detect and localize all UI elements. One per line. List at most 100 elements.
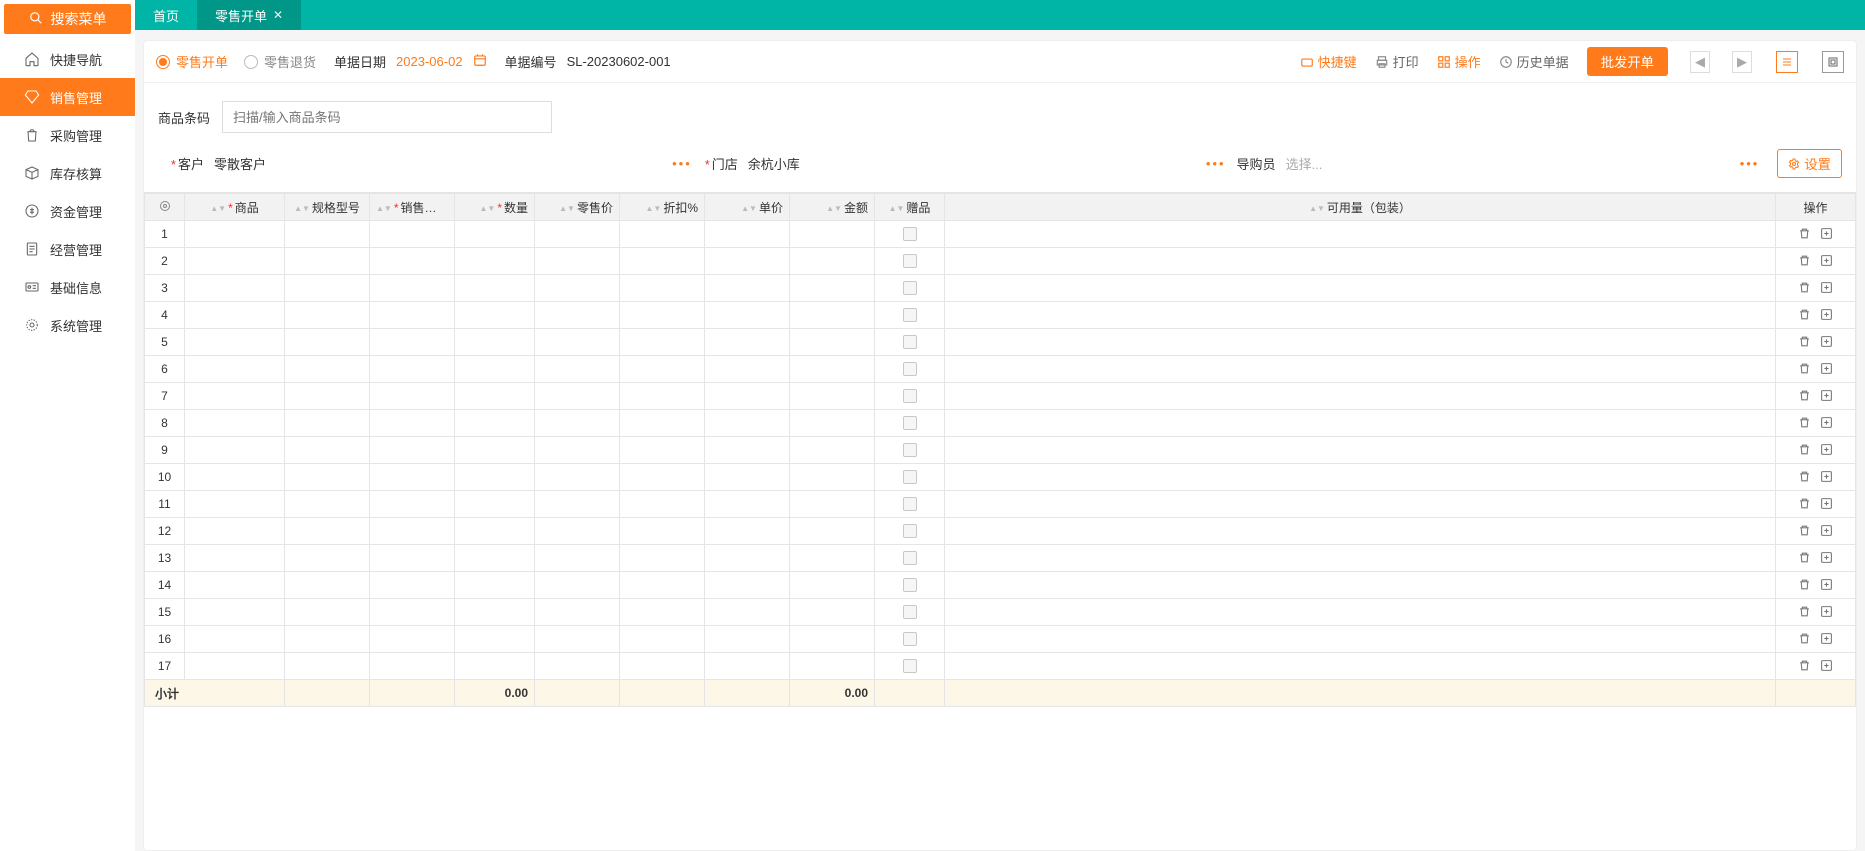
operation-link[interactable]: 操作 (1437, 52, 1481, 71)
th-product[interactable]: ▲▼商品 (185, 194, 285, 221)
customer-filter[interactable]: *客户 零散客户 ••• (158, 154, 692, 173)
table-row[interactable]: 12 (145, 518, 1856, 545)
delete-icon[interactable] (1797, 522, 1813, 538)
table-row[interactable]: 15 (145, 599, 1856, 626)
th-discount[interactable]: ▲▼折扣% (620, 194, 705, 221)
table-row[interactable]: 5 (145, 329, 1856, 356)
th-uprice[interactable]: ▲▼单价 (705, 194, 790, 221)
add-row-icon[interactable] (1819, 522, 1835, 538)
sidebar-item-4[interactable]: 资金管理 (0, 192, 135, 230)
add-row-icon[interactable] (1819, 414, 1835, 430)
delete-icon[interactable] (1797, 252, 1813, 268)
table-row[interactable]: 7 (145, 383, 1856, 410)
shopper-more-icon[interactable]: ••• (1740, 156, 1760, 171)
delete-icon[interactable] (1797, 549, 1813, 565)
table-row[interactable]: 14 (145, 572, 1856, 599)
gift-checkbox[interactable] (903, 551, 917, 565)
delete-icon[interactable] (1797, 387, 1813, 403)
settings-button[interactable]: 设置 (1777, 149, 1842, 178)
calendar-icon[interactable] (473, 53, 487, 70)
gift-checkbox[interactable] (903, 308, 917, 322)
th-gift[interactable]: ▲▼赠品 (875, 194, 945, 221)
radio-retail-open[interactable]: 零售开单 (156, 52, 228, 71)
shortcut-link[interactable]: 快捷键 (1300, 52, 1357, 71)
add-row-icon[interactable] (1819, 333, 1835, 349)
add-row-icon[interactable] (1819, 306, 1835, 322)
tab-1[interactable]: 零售开单✕ (197, 0, 301, 30)
gift-checkbox[interactable] (903, 389, 917, 403)
sidebar-item-2[interactable]: 采购管理 (0, 116, 135, 154)
add-row-icon[interactable] (1819, 387, 1835, 403)
gift-checkbox[interactable] (903, 227, 917, 241)
shopper-filter[interactable]: 导购员 选择... ••• (1226, 154, 1760, 173)
sidebar-item-1[interactable]: 销售管理 (0, 78, 135, 116)
add-row-icon[interactable] (1819, 630, 1835, 646)
add-row-icon[interactable] (1819, 279, 1835, 295)
store-filter[interactable]: *门店 余杭小库 ••• (692, 154, 1226, 173)
gift-checkbox[interactable] (903, 524, 917, 538)
delete-icon[interactable] (1797, 414, 1813, 430)
gift-checkbox[interactable] (903, 335, 917, 349)
sidebar-item-0[interactable]: 快捷导航 (0, 40, 135, 78)
print-link[interactable]: 打印 (1375, 52, 1419, 71)
table-row[interactable]: 17 (145, 653, 1856, 680)
th-qty[interactable]: ▲▼数量 (455, 194, 535, 221)
close-icon[interactable]: ✕ (273, 8, 283, 22)
delete-icon[interactable] (1797, 576, 1813, 592)
delete-icon[interactable] (1797, 603, 1813, 619)
add-row-icon[interactable] (1819, 225, 1835, 241)
gift-checkbox[interactable] (903, 659, 917, 673)
bulk-order-button[interactable]: 批发开单 (1587, 47, 1668, 76)
table-row[interactable]: 13 (145, 545, 1856, 572)
table-row[interactable]: 2 (145, 248, 1856, 275)
gift-checkbox[interactable] (903, 254, 917, 268)
table-row[interactable]: 3 (145, 275, 1856, 302)
sidebar-item-3[interactable]: 库存核算 (0, 154, 135, 192)
gift-checkbox[interactable] (903, 632, 917, 646)
th-unit[interactable]: ▲▼销售单位 (370, 194, 455, 221)
add-row-icon[interactable] (1819, 603, 1835, 619)
table-row[interactable]: 11 (145, 491, 1856, 518)
prev-button[interactable]: ◀ (1690, 51, 1710, 73)
delete-icon[interactable] (1797, 630, 1813, 646)
customer-more-icon[interactable]: ••• (672, 156, 692, 171)
add-row-icon[interactable] (1819, 252, 1835, 268)
table-row[interactable]: 1 (145, 221, 1856, 248)
table-row[interactable]: 10 (145, 464, 1856, 491)
table-row[interactable]: 8 (145, 410, 1856, 437)
list-toggle-icon[interactable] (1776, 51, 1798, 73)
gift-checkbox[interactable] (903, 470, 917, 484)
delete-icon[interactable] (1797, 306, 1813, 322)
add-row-icon[interactable] (1819, 657, 1835, 673)
barcode-input[interactable] (222, 101, 552, 133)
delete-icon[interactable] (1797, 333, 1813, 349)
gift-checkbox[interactable] (903, 578, 917, 592)
add-row-icon[interactable] (1819, 549, 1835, 565)
gift-checkbox[interactable] (903, 416, 917, 430)
delete-icon[interactable] (1797, 225, 1813, 241)
sidebar-item-7[interactable]: 系统管理 (0, 306, 135, 344)
add-row-icon[interactable] (1819, 576, 1835, 592)
gift-checkbox[interactable] (903, 362, 917, 376)
add-row-icon[interactable] (1819, 360, 1835, 376)
tab-0[interactable]: 首页 (135, 0, 197, 30)
delete-icon[interactable] (1797, 468, 1813, 484)
gift-checkbox[interactable] (903, 443, 917, 457)
add-row-icon[interactable] (1819, 495, 1835, 511)
sidebar-item-6[interactable]: 基础信息 (0, 268, 135, 306)
th-available[interactable]: ▲▼可用量（包装） (945, 194, 1776, 221)
delete-icon[interactable] (1797, 657, 1813, 673)
delete-icon[interactable] (1797, 279, 1813, 295)
expand-icon[interactable] (1822, 51, 1844, 73)
table-row[interactable]: 9 (145, 437, 1856, 464)
gift-checkbox[interactable] (903, 605, 917, 619)
add-row-icon[interactable] (1819, 468, 1835, 484)
bill-date-value[interactable]: 2023-06-02 (396, 54, 463, 69)
delete-icon[interactable] (1797, 441, 1813, 457)
gift-checkbox[interactable] (903, 281, 917, 295)
history-link[interactable]: 历史单据 (1499, 52, 1569, 71)
store-more-icon[interactable]: ••• (1206, 156, 1226, 171)
delete-icon[interactable] (1797, 360, 1813, 376)
delete-icon[interactable] (1797, 495, 1813, 511)
sidebar-item-5[interactable]: 经营管理 (0, 230, 135, 268)
